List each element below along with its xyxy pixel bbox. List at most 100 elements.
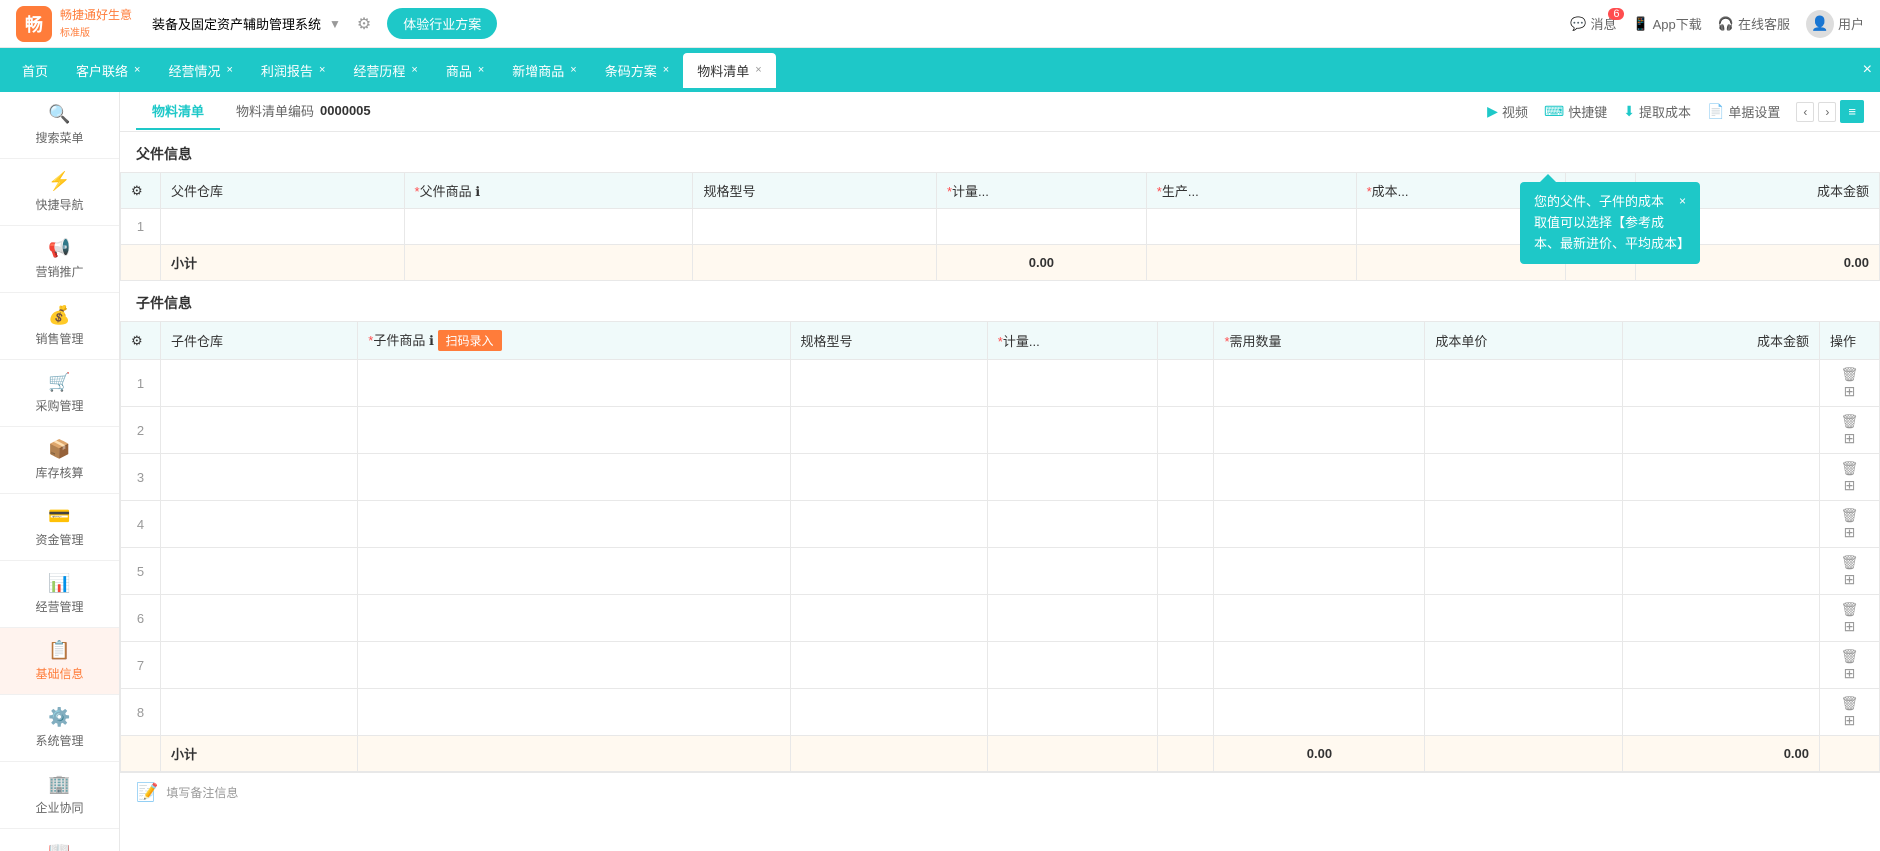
child-quantity-8[interactable] — [1214, 689, 1425, 736]
child-spec-3[interactable] — [790, 454, 987, 501]
child-spec-1[interactable] — [790, 360, 987, 407]
child-warehouse-6[interactable] — [161, 595, 358, 642]
sidebar-item-quick-nav[interactable]: ⚡ 快捷导航 — [0, 159, 119, 226]
sidebar-item-system[interactable]: ⚙️ 系统管理 — [0, 695, 119, 762]
copy-row-1[interactable]: ⊞ — [1844, 383, 1856, 400]
child-warehouse-3[interactable] — [161, 454, 358, 501]
child-unit-6[interactable] — [987, 595, 1157, 642]
child-quantity-5[interactable] — [1214, 548, 1425, 595]
child-quantity-3[interactable] — [1214, 454, 1425, 501]
delete-row-4[interactable]: 🗑 — [1841, 507, 1859, 524]
child-unit-cost-8[interactable] — [1425, 689, 1622, 736]
close-tab-product[interactable]: × — [478, 64, 484, 76]
child-product-4[interactable] — [358, 501, 790, 548]
child-product-8[interactable] — [358, 689, 790, 736]
copy-row-4[interactable]: ⊞ — [1844, 524, 1856, 541]
child-spec-7[interactable] — [790, 642, 987, 689]
trial-button[interactable]: 体验行业方案 — [387, 8, 497, 39]
child-spec-8[interactable] — [790, 689, 987, 736]
child-product-1[interactable] — [358, 360, 790, 407]
bottom-hint[interactable]: 填写备注信息 — [166, 784, 238, 801]
delete-row-8[interactable]: 🗑 — [1841, 695, 1859, 712]
child-product-7[interactable] — [358, 642, 790, 689]
child-warehouse-7[interactable] — [161, 642, 358, 689]
child-unit-1[interactable] — [987, 360, 1157, 407]
parent-warehouse-cell-1[interactable] — [161, 209, 405, 245]
child-quantity-1[interactable] — [1214, 360, 1425, 407]
gear-icon[interactable]: ⚙ — [357, 14, 371, 34]
child-unit-5[interactable] — [987, 548, 1157, 595]
tab-operation[interactable]: 经营情况 × — [154, 53, 246, 88]
tab-history[interactable]: 经营历程 × — [339, 53, 431, 88]
video-toolbar-item[interactable]: ▶ 视频 — [1487, 102, 1528, 121]
close-tab-profit[interactable]: × — [319, 64, 325, 76]
child-quantity-4[interactable] — [1214, 501, 1425, 548]
tab-home[interactable]: 首页 — [8, 53, 62, 88]
parent-spec-cell-1[interactable] — [693, 209, 937, 245]
copy-row-7[interactable]: ⊞ — [1844, 665, 1856, 682]
delete-row-2[interactable]: 🗑 — [1841, 413, 1859, 430]
nav-prev-btn[interactable]: ‹ — [1796, 102, 1814, 122]
delete-row-1[interactable]: 🗑 — [1841, 366, 1859, 383]
tab-customer[interactable]: 客户联络 × — [62, 53, 154, 88]
tab-product[interactable]: 商品 × — [432, 53, 498, 88]
system-dropdown-arrow[interactable]: ▼ — [329, 17, 341, 31]
sidebar-item-sales[interactable]: 💰 销售管理 — [0, 293, 119, 360]
child-unit-8[interactable] — [987, 689, 1157, 736]
child-quantity-2[interactable] — [1214, 407, 1425, 454]
list-view-btn[interactable]: ≡ — [1840, 100, 1864, 123]
nav-next-btn[interactable]: › — [1818, 102, 1836, 122]
sidebar-item-inventory[interactable]: 📦 库存核算 — [0, 427, 119, 494]
child-unit-cost-7[interactable] — [1425, 642, 1622, 689]
child-spec-5[interactable] — [790, 548, 987, 595]
sidebar-item-purchase[interactable]: 🛒 采购管理 — [0, 360, 119, 427]
extract-cost-toolbar-item[interactable]: ⬇ 提取成本 — [1623, 102, 1691, 121]
child-product-6[interactable] — [358, 595, 790, 642]
delete-row-5[interactable]: 🗑 — [1841, 554, 1859, 571]
delete-row-7[interactable]: 🗑 — [1841, 648, 1859, 665]
tooltip-close-btn[interactable]: × — [1679, 192, 1686, 211]
single-setting-toolbar-item[interactable]: 📄 单据设置 — [1707, 102, 1780, 121]
sidebar-item-operation[interactable]: 📊 经营管理 — [0, 561, 119, 628]
child-spec-6[interactable] — [790, 595, 987, 642]
child-warehouse-8[interactable] — [161, 689, 358, 736]
child-unit-7[interactable] — [987, 642, 1157, 689]
child-unit-cost-5[interactable] — [1425, 548, 1622, 595]
message-item[interactable]: 💬 消息 6 — [1570, 14, 1616, 33]
child-warehouse-5[interactable] — [161, 548, 358, 595]
child-spec-2[interactable] — [790, 407, 987, 454]
close-tab-history[interactable]: × — [411, 64, 417, 76]
copy-row-5[interactable]: ⊞ — [1844, 571, 1856, 588]
child-warehouse-4[interactable] — [161, 501, 358, 548]
sidebar-item-search[interactable]: 🔍 搜索菜单 — [0, 92, 119, 159]
tab-bom[interactable]: 物料清单 × — [683, 53, 775, 88]
parent-unit-cell-1[interactable] — [936, 209, 1146, 245]
child-unit-cost-1[interactable] — [1425, 360, 1622, 407]
child-unit-cost-3[interactable] — [1425, 454, 1622, 501]
sidebar-item-enterprise[interactable]: 🏢 企业协同 — [0, 762, 119, 829]
close-tab-operation[interactable]: × — [226, 64, 232, 76]
child-unit-cost-2[interactable] — [1425, 407, 1622, 454]
app-download-item[interactable]: 📱 App下载 — [1632, 14, 1701, 33]
close-tab-barcode[interactable]: × — [663, 64, 669, 76]
sidebar-item-marketing[interactable]: 📢 营销推广 — [0, 226, 119, 293]
sidebar-item-finance[interactable]: 💳 资金管理 — [0, 494, 119, 561]
child-unit-2[interactable] — [987, 407, 1157, 454]
child-unit-3[interactable] — [987, 454, 1157, 501]
child-warehouse-1[interactable] — [161, 360, 358, 407]
close-tab-bom[interactable]: × — [755, 64, 761, 76]
shortcut-toolbar-item[interactable]: ⌨ 快捷键 — [1544, 102, 1607, 121]
close-all-tabs[interactable]: × — [1863, 61, 1872, 79]
child-unit-cost-6[interactable] — [1425, 595, 1622, 642]
online-service-item[interactable]: 🎧 在线客服 — [1718, 14, 1790, 33]
tab-profit[interactable]: 利润报告 × — [247, 53, 339, 88]
child-product-3[interactable] — [358, 454, 790, 501]
tab-barcode[interactable]: 条码方案 × — [591, 53, 683, 88]
parent-production-cell-1[interactable] — [1146, 209, 1356, 245]
copy-row-8[interactable]: ⊞ — [1844, 712, 1856, 729]
child-product-2[interactable] — [358, 407, 790, 454]
child-unit-4[interactable] — [987, 501, 1157, 548]
parent-product-cell-1[interactable] — [404, 209, 693, 245]
close-tab-new-product[interactable]: × — [570, 64, 576, 76]
child-unit-cost-4[interactable] — [1425, 501, 1622, 548]
